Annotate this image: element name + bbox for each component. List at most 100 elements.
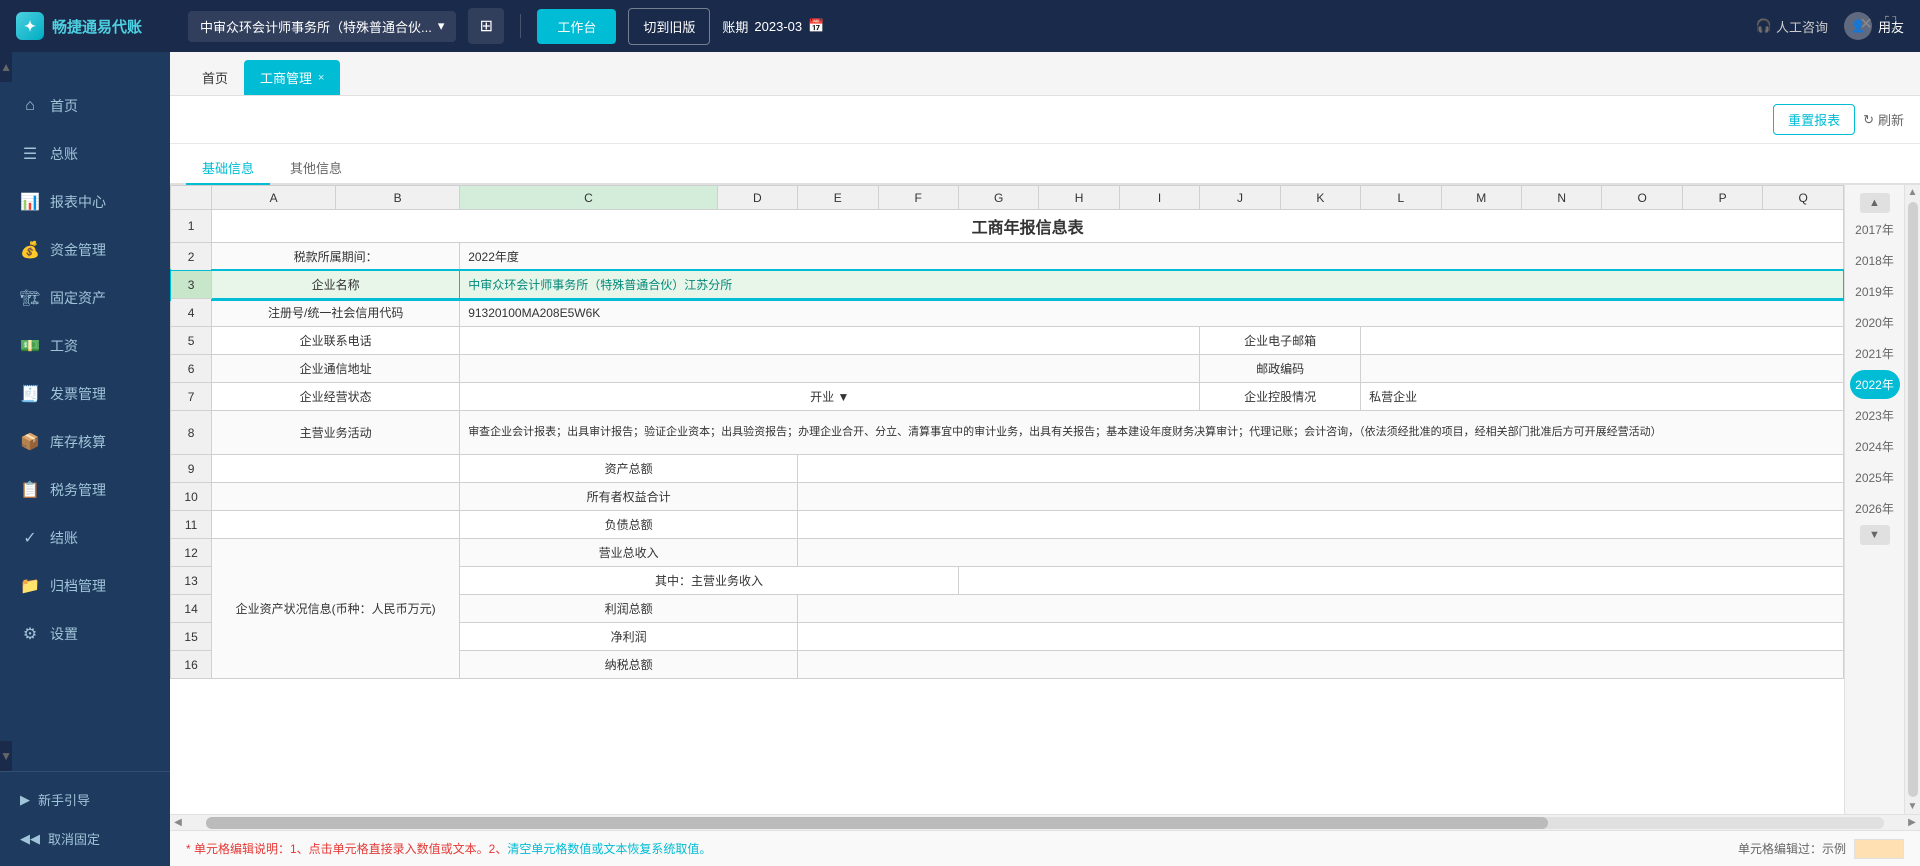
cell-company-value[interactable]: 中审众环会计师事务所（特殊普通合伙）江苏分所	[460, 271, 1844, 299]
col-q: Q	[1763, 186, 1844, 210]
year-2019[interactable]: 2019年	[1850, 277, 1900, 306]
sidebar-item-fixed-assets[interactable]: 🏗 固定资产	[0, 274, 170, 322]
table-row: 2 税款所属期间： 2022年度	[171, 243, 1844, 271]
reset-report-button[interactable]: 重置报表	[1773, 104, 1855, 135]
cell-ownership-label: 企业控股情况	[1200, 383, 1361, 411]
tab-business-admin[interactable]: 工商管理 ×	[244, 60, 340, 95]
company-settings-icon[interactable]: ⊞	[468, 8, 504, 44]
year-up-icon[interactable]: ▲	[1860, 193, 1890, 213]
cell-email-value[interactable]	[1361, 327, 1844, 355]
h-scroll-thumb[interactable]	[206, 817, 1548, 829]
table-row: 5 企业联系电话 企业电子邮箱	[171, 327, 1844, 355]
cell-assets-value[interactable]	[798, 455, 1844, 483]
cell-postcode-value[interactable]	[1361, 355, 1844, 383]
cell-business-value[interactable]: 审查企业会计报表；出具审计报告；验证企业资本；出具验资报告；办理企业合开、分立、…	[460, 411, 1844, 455]
sidebar-item-close-account[interactable]: ✓ 结账	[0, 514, 170, 562]
col-l: L	[1361, 186, 1441, 210]
inventory-icon: 📦	[20, 432, 40, 452]
cell-equity-value[interactable]	[798, 483, 1844, 511]
tab-business-label: 工商管理	[260, 68, 312, 87]
assets-icon: 🏗	[20, 288, 40, 308]
year-2021[interactable]: 2021年	[1850, 339, 1900, 368]
sidebar-item-archive[interactable]: 📁 归档管理	[0, 562, 170, 610]
vertical-scrollbar[interactable]: ▲ ▼	[1904, 185, 1920, 814]
scroll-left-icon[interactable]: ◀	[170, 817, 186, 828]
year-2020[interactable]: 2020年	[1850, 308, 1900, 337]
scroll-up-icon[interactable]: ▲	[1908, 187, 1918, 198]
table-row: 7 企业经营状态 开业 ▼ 企业控股情况 私营企业	[171, 383, 1844, 411]
year-2022[interactable]: 2022年	[1850, 370, 1900, 399]
year-2017[interactable]: 2017年	[1850, 215, 1900, 244]
cell-phone-label: 企业联系电话	[212, 327, 460, 355]
sample-text: 单元格编辑过：示例	[1738, 840, 1846, 857]
year-2026[interactable]: 2026年	[1850, 494, 1900, 523]
old-version-button[interactable]: 切到旧版	[628, 8, 710, 45]
year-down-icon[interactable]: ▼	[1860, 525, 1890, 545]
cell-title[interactable]: 工商年报信息表	[212, 210, 1844, 243]
cell-tax-value[interactable]	[798, 651, 1844, 679]
cell-liabilities-label: 负债总额	[460, 511, 798, 539]
row-num-11: 11	[171, 511, 212, 539]
cell-revenue-value[interactable]	[798, 539, 1844, 567]
sidebar-item-funds[interactable]: 💰 资金管理	[0, 226, 170, 274]
cell-gross-profit-value[interactable]	[798, 595, 1844, 623]
spreadsheet-table: A B C D E F G H I J K L M	[170, 185, 1844, 679]
tab-home[interactable]: 首页	[186, 60, 244, 95]
cell-address-value[interactable]	[460, 355, 1200, 383]
refresh-button[interactable]: ↻ 刷新	[1863, 110, 1904, 129]
sidebar-label-settings: 设置	[50, 624, 78, 644]
scroll-up-icon[interactable]: ▲	[0, 56, 16, 78]
sidebar-scroll-down[interactable]: ▼	[0, 741, 12, 771]
spreadsheet-container[interactable]: A B C D E F G H I J K L M	[170, 185, 1844, 814]
sidebar-item-settings[interactable]: ⚙ 设置	[0, 610, 170, 658]
scroll-thumb[interactable]	[1908, 202, 1918, 797]
sidebar-label-assets: 固定资产	[50, 288, 106, 308]
cell-regnum-value[interactable]: 91320100MA208E5W6K	[460, 299, 1844, 327]
sidebar-item-inventory[interactable]: 📦 库存核算	[0, 418, 170, 466]
cell-phone-value[interactable]	[460, 327, 1200, 355]
sidebar-item-invoices[interactable]: 🧾 发票管理	[0, 370, 170, 418]
refresh-icon: ↻	[1863, 112, 1874, 128]
sidebar-item-home[interactable]: ⌂ 首页	[0, 82, 170, 130]
cell-liabilities-value[interactable]	[798, 511, 1844, 539]
cell-company-label[interactable]: 企业名称	[212, 271, 460, 299]
col-d: D	[717, 186, 797, 210]
sidebar-item-general-ledger[interactable]: ☰ 总账	[0, 130, 170, 178]
h-scroll-track[interactable]	[206, 817, 1884, 829]
sub-tab-basic[interactable]: 基础信息	[186, 152, 270, 185]
sidebar-item-reports[interactable]: 📊 报表中心	[0, 178, 170, 226]
cell-status-value[interactable]: 开业 ▼	[460, 383, 1200, 411]
calendar-icon[interactable]: 📅	[808, 18, 824, 34]
scroll-right-icon[interactable]: ▶	[1904, 817, 1920, 828]
close-account-icon: ✓	[20, 528, 40, 548]
tab-close-icon[interactable]: ×	[318, 72, 324, 84]
sidebar-label-funds: 资金管理	[50, 240, 106, 260]
col-k: K	[1280, 186, 1360, 210]
year-2025[interactable]: 2025年	[1850, 463, 1900, 492]
cell-ownership-value[interactable]: 私营企业	[1361, 383, 1844, 411]
sidebar-item-tax[interactable]: 📋 税务管理	[0, 466, 170, 514]
scroll-down-icon[interactable]: ▼	[1908, 801, 1918, 812]
cell-net-profit-value[interactable]	[798, 623, 1844, 651]
scroll-down-icon[interactable]: ▼	[0, 745, 16, 767]
sidebar-item-salary[interactable]: 💵 工资	[0, 322, 170, 370]
cell-period-value[interactable]: 2022年度	[460, 243, 1844, 271]
horizontal-scrollbar[interactable]: ◀ ▶	[170, 814, 1920, 830]
col-c: C	[460, 186, 717, 210]
sidebar-item-guide[interactable]: ▶ 新手引导	[0, 780, 170, 819]
sample-cell	[1854, 839, 1904, 859]
row-num-12: 12	[171, 539, 212, 567]
sidebar-item-unpin[interactable]: ◀◀ 取消固定	[0, 819, 170, 858]
sub-tab-other[interactable]: 其他信息	[274, 152, 358, 185]
table-row: 4 注册号/统一社会信用代码 91320100MA208E5W6K	[171, 299, 1844, 327]
company-selector[interactable]: 中审众环会计师事务所（特殊普通合伙... ▾	[188, 11, 456, 42]
year-2023[interactable]: 2023年	[1850, 401, 1900, 430]
cell-main-revenue-value[interactable]	[958, 567, 1843, 595]
year-2024[interactable]: 2024年	[1850, 432, 1900, 461]
year-2018[interactable]: 2018年	[1850, 246, 1900, 275]
row-num-2: 2	[171, 243, 212, 271]
workbench-button[interactable]: 工作台	[537, 9, 616, 44]
service-button[interactable]: 🎧 人工咨询	[1756, 17, 1828, 36]
cell-11-empty	[212, 511, 460, 539]
sidebar-scroll-up[interactable]: ▲	[0, 52, 12, 82]
